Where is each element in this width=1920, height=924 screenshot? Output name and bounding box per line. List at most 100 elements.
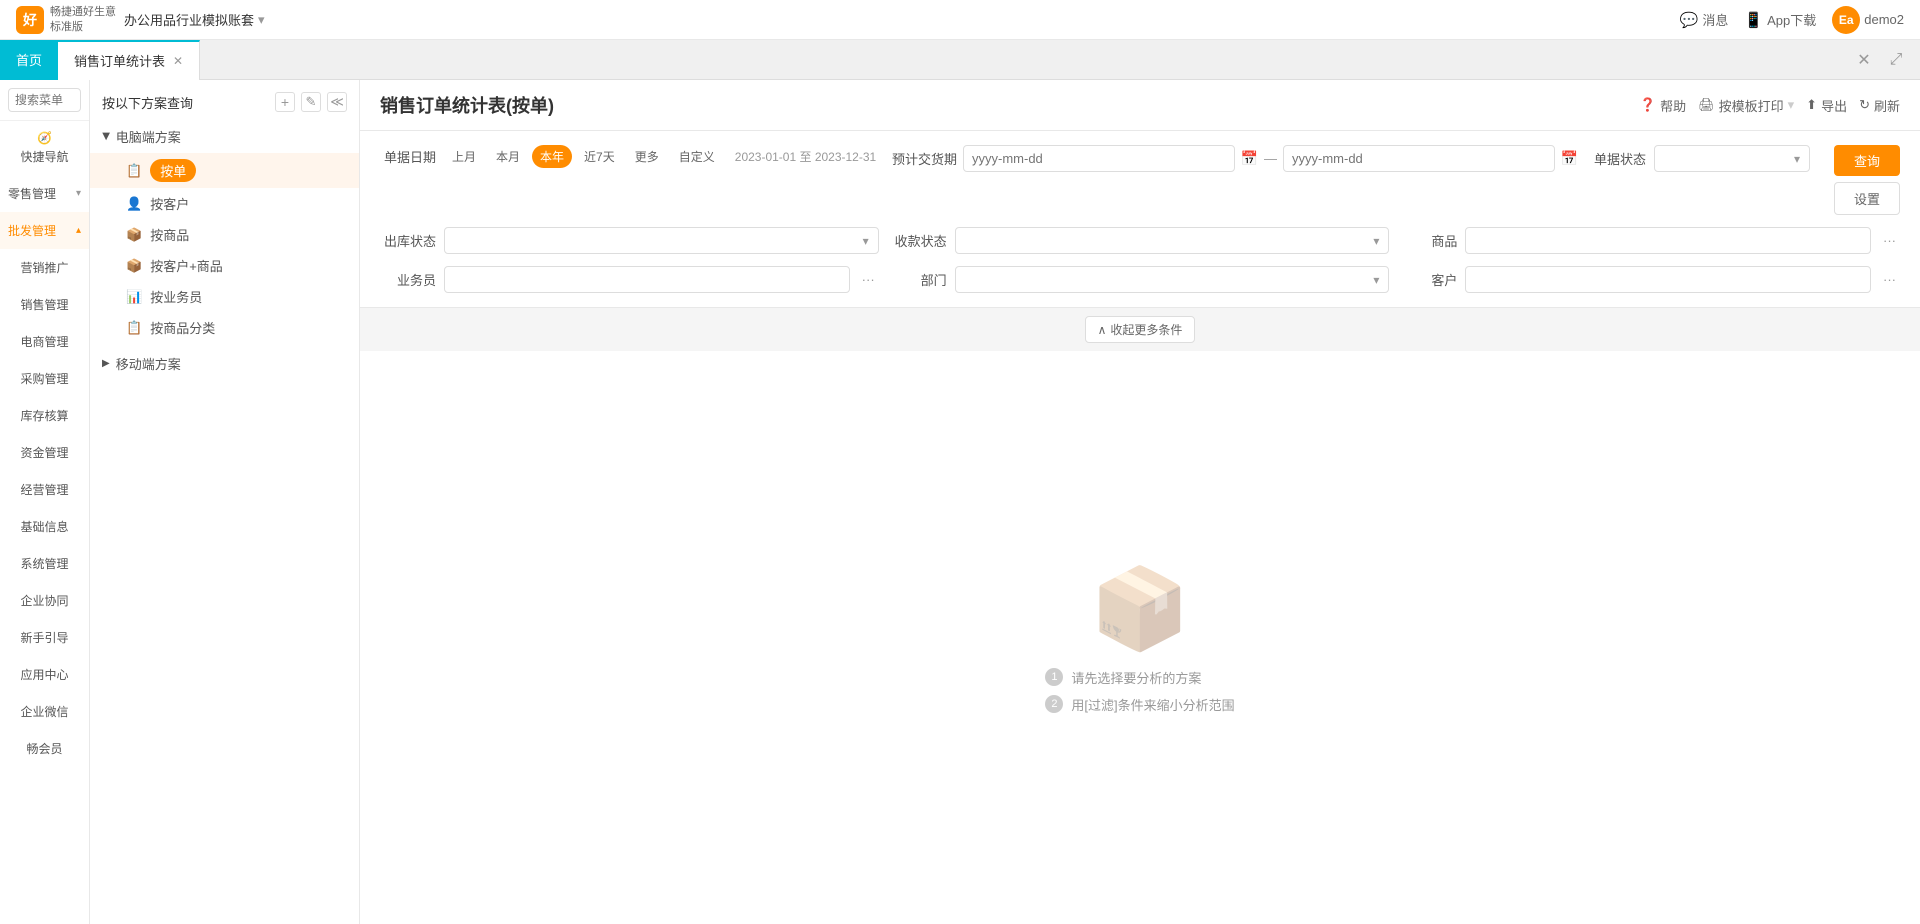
sidebar-item-finance[interactable]: 资金管理	[0, 434, 89, 471]
filter-area: 单据日期 上月 本月 本年 近7天 更多 自定义 2023-01-01 至 20…	[360, 131, 1920, 308]
department-select[interactable]	[955, 266, 1390, 293]
sidebar-item-inventory[interactable]: 库存核算	[0, 397, 89, 434]
topbar-right: 💬 消息 📱 App下载 Ea demo2	[1680, 6, 1904, 34]
mobile-icon: 📱	[1744, 11, 1763, 29]
sidebar-search-row	[0, 80, 89, 121]
sidebar-item-marketing[interactable]: 营销推广	[0, 249, 89, 286]
scheme-by-goods[interactable]: 📦 按商品	[90, 219, 359, 250]
collapse-icon: ∧	[1098, 323, 1107, 337]
sidebar-item-operations[interactable]: 经营管理	[0, 471, 89, 508]
scheme-by-goods-category[interactable]: 📋 按商品分类	[90, 312, 359, 343]
search-input[interactable]	[8, 88, 81, 112]
sidebar-item-sales[interactable]: 销售管理	[0, 286, 89, 323]
add-scheme-btn[interactable]: +	[275, 92, 295, 112]
salesperson-more-icon[interactable]: ···	[858, 272, 879, 287]
sidebar-item-retail[interactable]: 零售管理 ▾	[0, 175, 89, 212]
topbar-title[interactable]: 办公用品行业模拟账套 ▾	[124, 10, 265, 29]
content: 按以下方案查询 + ✎ ≪ ▶ 电脑端方案 📋 按单 👤 按客	[90, 80, 1920, 924]
goods-icon: 📦	[126, 227, 142, 243]
sidebar-item-member[interactable]: 畅会员	[0, 730, 89, 767]
collapse-btn[interactable]: ∧ 收起更多条件	[1085, 316, 1196, 343]
salesperson-input[interactable]	[444, 266, 850, 293]
date-tabs: 上月 本月 本年 近7天 更多 自定义	[444, 145, 723, 168]
left-panel: 按以下方案查询 + ✎ ≪ ▶ 电脑端方案 📋 按单 👤 按客	[90, 80, 360, 924]
customer-more-icon[interactable]: ···	[1879, 272, 1900, 287]
date-tab-more[interactable]: 更多	[627, 145, 667, 168]
message-btn[interactable]: 💬 消息	[1680, 10, 1729, 29]
edit-scheme-btn[interactable]: ✎	[301, 92, 321, 112]
collect-status-label: 收款状态	[891, 231, 947, 250]
category-icon: 📋	[126, 320, 142, 336]
salesperson-label: 业务员	[380, 270, 436, 289]
tree-parent-pc[interactable]: ▶ 电脑端方案	[90, 120, 359, 153]
date-tab-this-year[interactable]: 本年	[532, 145, 572, 168]
date-label: 单据日期	[380, 147, 436, 166]
customer-input[interactable]	[1465, 266, 1871, 293]
sidebar-item-wholesale[interactable]: 批发管理 ▴	[0, 212, 89, 249]
compass-icon: 🧭	[37, 131, 52, 145]
window-close-btn[interactable]: ✕	[1852, 48, 1876, 72]
ship-status-select[interactable]	[444, 227, 879, 254]
delivery-date-from[interactable]	[963, 145, 1235, 172]
right-main: 销售订单统计表(按单) ❓ 帮助 🖨 按模板打印 ▾ ⬆ 导出	[360, 80, 1920, 924]
delivery-date-to[interactable]	[1283, 145, 1555, 172]
order-icon: 📋	[126, 163, 142, 179]
tree-parent-mobile[interactable]: ▶ 移动端方案	[90, 347, 359, 380]
scheme-by-salesperson[interactable]: 📊 按业务员	[90, 281, 359, 312]
sidebar-item-basic[interactable]: 基础信息	[0, 508, 89, 545]
sidebar-item-purchase[interactable]: 采购管理	[0, 360, 89, 397]
empty-tips: 1 请先选择要分析的方案 2 用[过滤]条件来缩小分析范围	[1045, 668, 1234, 714]
page-header: 销售订单统计表(按单) ❓ 帮助 🖨 按模板打印 ▾ ⬆ 导出	[360, 80, 1920, 131]
window-maximize-btn[interactable]: ⤢	[1884, 48, 1908, 72]
scheme-by-order[interactable]: 📋 按单	[90, 153, 359, 188]
sidebar: 🧭 快捷导航 零售管理 ▾ 批发管理 ▴ 营销推广 销售管理 电商管理 采购管理…	[0, 80, 90, 924]
logo-icon: 好	[16, 6, 44, 34]
goods-input[interactable]	[1465, 227, 1871, 254]
empty-tip-2: 2 用[过滤]条件来缩小分析范围	[1045, 695, 1234, 714]
tab-close-icon[interactable]: ✕	[173, 54, 183, 68]
collect-status-select[interactable]	[955, 227, 1390, 254]
topbar-dropdown-icon[interactable]: ▾	[258, 12, 265, 28]
goods-label: 商品	[1401, 231, 1457, 250]
print-dropdown-icon[interactable]: ▾	[1788, 97, 1795, 113]
scheme-by-customer-goods[interactable]: 📦 按客户+商品	[90, 250, 359, 281]
sidebar-item-quick-nav[interactable]: 🧭 快捷导航	[0, 121, 89, 175]
tab-home[interactable]: 首页	[0, 40, 58, 80]
page-actions: ❓ 帮助 🖨 按模板打印 ▾ ⬆ 导出 ↻ 刷新	[1640, 96, 1900, 115]
user-menu[interactable]: Ea demo2	[1832, 6, 1904, 34]
customer-goods-icon: 📦	[126, 258, 142, 274]
salesperson-icon: 📊	[126, 289, 142, 305]
app-download-btn[interactable]: 📱 App下载	[1744, 10, 1816, 29]
goods-more-icon[interactable]: ···	[1879, 233, 1900, 248]
date-tab-custom[interactable]: 自定义	[671, 145, 723, 168]
export-btn[interactable]: ⬆ 导出	[1806, 96, 1847, 115]
calendar-to-icon[interactable]: 📅	[1561, 150, 1578, 167]
sidebar-item-corp[interactable]: 企业协同	[0, 582, 89, 619]
sidebar-item-ecommerce[interactable]: 电商管理	[0, 323, 89, 360]
print-btn[interactable]: 🖨 按模板打印 ▾	[1698, 96, 1794, 115]
retail-arrow-icon: ▾	[76, 188, 81, 199]
tabsbar-actions: ✕ ⤢	[1852, 48, 1920, 72]
sidebar-item-newbie[interactable]: 新手引导	[0, 619, 89, 656]
main-layout: 🧭 快捷导航 零售管理 ▾ 批发管理 ▴ 营销推广 销售管理 电商管理 采购管理…	[0, 80, 1920, 924]
scheme-by-customer[interactable]: 👤 按客户	[90, 188, 359, 219]
empty-illustration: 📦	[1090, 562, 1190, 656]
date-tab-this-month[interactable]: 本月	[488, 145, 528, 168]
query-btn[interactable]: 查询	[1834, 145, 1900, 176]
tab-sales-order[interactable]: 销售订单统计表 ✕	[58, 40, 200, 80]
left-panel-actions: + ✎ ≪	[275, 92, 347, 112]
refresh-btn[interactable]: ↻ 刷新	[1859, 96, 1900, 115]
refresh-icon: ↻	[1859, 97, 1870, 113]
bill-status-select[interactable]	[1654, 145, 1810, 172]
calendar-from-icon[interactable]: 📅	[1241, 150, 1258, 167]
sidebar-item-enterprise-wechat[interactable]: 企业微信	[0, 693, 89, 730]
sidebar-item-system[interactable]: 系统管理	[0, 545, 89, 582]
date-tab-last-month[interactable]: 上月	[444, 145, 484, 168]
settings-btn[interactable]: 设置	[1834, 182, 1900, 215]
date-tab-7days[interactable]: 近7天	[576, 145, 623, 168]
sidebar-item-app-center[interactable]: 应用中心	[0, 656, 89, 693]
collapse-panel-btn[interactable]: ≪	[327, 92, 347, 112]
help-btn[interactable]: ❓ 帮助	[1640, 96, 1686, 115]
ship-status-label: 出库状态	[380, 231, 436, 250]
customer-icon: 👤	[126, 196, 142, 212]
